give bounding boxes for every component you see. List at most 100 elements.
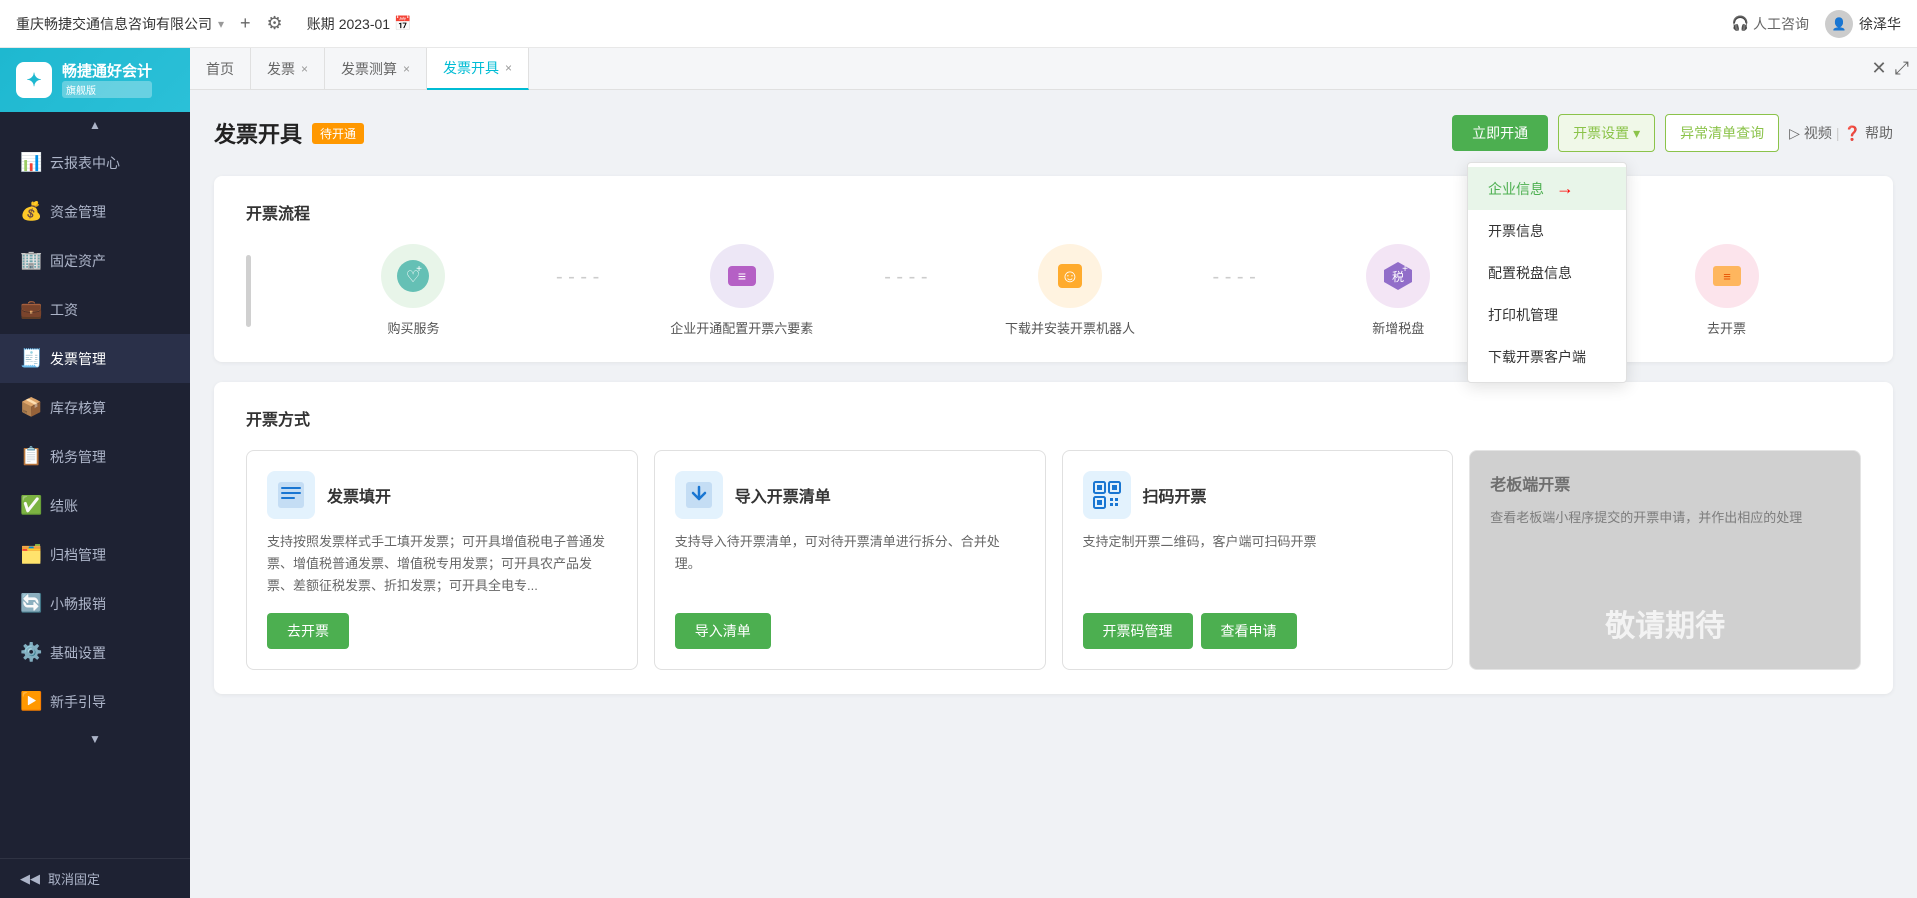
period-label: 账期 xyxy=(307,14,335,34)
boss-title: 老板端开票 xyxy=(1490,471,1570,495)
sidebar-item-label: 云报表中心 xyxy=(50,153,120,173)
tab-close-cesuan[interactable]: × xyxy=(403,62,410,76)
printer-label: 打印机管理 xyxy=(1488,305,1558,325)
billing-card-scan: 扫码开票 支持定制开票二维码，客户端可扫码开票 开票码管理 查看申请 xyxy=(1062,450,1454,670)
sidebar-cancel-pin[interactable]: ◀◀ 取消固定 xyxy=(0,858,190,898)
sidebar-item-label: 归档管理 xyxy=(50,545,106,565)
sidebar-item-jiezhang[interactable]: ✅ 结账 xyxy=(0,481,190,530)
scroll-up-button[interactable]: ▲ xyxy=(0,112,190,138)
billing-section: 开票方式 发票填开 支持按照发票样式手工填开发票；可开具增值税电子普通发票、增值… xyxy=(214,382,1893,694)
tab-fapiaokaiiu[interactable]: 发票开具 × xyxy=(427,48,529,90)
red-arrow-icon: → xyxy=(1556,178,1574,199)
billing-section-title: 开票方式 xyxy=(246,406,1861,430)
tab-home[interactable]: 首页 xyxy=(190,48,251,90)
sidebar-item-gongzi[interactable]: 💼 工资 xyxy=(0,285,190,334)
sidebar-item-kucun[interactable]: 📦 库存核算 xyxy=(0,383,190,432)
play-icon: ▶️ xyxy=(20,691,40,712)
sidebar-item-xiaochang[interactable]: 🔄 小畅报销 xyxy=(0,579,190,628)
qrcode-manage-button[interactable]: 开票码管理 xyxy=(1083,613,1193,649)
step3-label: 下载并安装开票机器人 xyxy=(1005,320,1135,338)
tab-close-fapiao[interactable]: × xyxy=(301,62,308,76)
dropdown-item-company-info[interactable]: 企业信息 → xyxy=(1468,167,1626,210)
user-info[interactable]: 👤 徐泽华 xyxy=(1825,10,1901,38)
settings-icon[interactable]: ⚙ xyxy=(267,13,283,34)
download-client-label: 下载开票客户端 xyxy=(1488,347,1586,367)
headset-icon: 🎧 xyxy=(1732,15,1749,32)
box-icon: 📦 xyxy=(20,397,40,418)
billing-cards: 发票填开 支持按照发票样式手工填开发票；可开具增值税电子普通发票、增值税普通发票… xyxy=(246,450,1861,670)
exception-button[interactable]: 异常清单查询 xyxy=(1665,114,1779,152)
help-label[interactable]: 帮助 xyxy=(1865,123,1893,143)
sidebar-item-label: 新手引导 xyxy=(50,692,106,712)
tabs-right-area: ✕ ⤢ xyxy=(1872,58,1917,79)
tab-label: 首页 xyxy=(206,59,234,79)
tab-fapiaocesuan[interactable]: 发票测算 × xyxy=(325,48,427,90)
step1-label: 购买服务 xyxy=(387,320,439,338)
fill-icon xyxy=(267,471,315,519)
top-bar: 重庆畅捷交通信息咨询有限公司 ▾ + ⚙ 账期 2023-01 📅 🎧 人工咨询… xyxy=(0,0,1917,48)
tab-close-kaiiu[interactable]: × xyxy=(505,61,512,75)
play-circle-icon: ▷ xyxy=(1789,125,1800,142)
billing-card-fill: 发票填开 支持按照发票样式手工填开发票；可开具增值税电子普通发票、增值税普通发票… xyxy=(246,450,638,670)
import-list-button[interactable]: 导入清单 xyxy=(675,613,771,649)
step2-label: 企业开通配置开票六要素 xyxy=(670,320,813,338)
sidebar-item-guidang[interactable]: 🗂️ 归档管理 xyxy=(0,530,190,579)
billing-card-import: 导入开票清单 支持导入待开票清单，可对待开票清单进行拆分、合并处理。 导入清单 xyxy=(654,450,1046,670)
top-bar-right: 🎧 人工咨询 👤 徐泽华 xyxy=(1732,10,1901,38)
tab-label: 发票开具 xyxy=(443,58,499,78)
fill-title: 发票填开 xyxy=(327,483,391,507)
sidebar-item-xinshou[interactable]: ▶️ 新手引导 xyxy=(0,677,190,726)
company-selector[interactable]: 重庆畅捷交通信息咨询有限公司 ▾ xyxy=(16,14,224,34)
pin-icon: ◀◀ xyxy=(20,871,40,887)
sidebar-item-yunbao[interactable]: 📊 云报表中心 xyxy=(0,138,190,187)
billing-card-scan-header: 扫码开票 xyxy=(1083,471,1433,519)
add-icon[interactable]: + xyxy=(240,13,251,34)
ticket-info-label: 开票信息 xyxy=(1488,221,1544,241)
invoice-icon: 🧾 xyxy=(20,348,40,369)
billing-card-boss: 老板端开票 查看老板端小程序提交的开票申请，并作出相应的处理 敬请期待 xyxy=(1469,450,1861,670)
page-content-wrapper: 发票开具 待开通 立即开通 开票设置 ▾ 异常清单查询 ▷ 视频 | ❓ 帮助 xyxy=(190,90,1917,898)
process-section: 开票流程 ♡+ 购买服务 - - - - xyxy=(214,176,1893,362)
logo-badge: 旗舰版 xyxy=(62,81,152,98)
service-button[interactable]: 🎧 人工咨询 xyxy=(1732,14,1809,34)
settings-dropdown-button[interactable]: 开票设置 ▾ xyxy=(1558,114,1655,152)
scan-btn-area: 开票码管理 查看申请 xyxy=(1083,613,1433,649)
sidebar-item-zijin[interactable]: 💰 资金管理 xyxy=(0,187,190,236)
close-tab-button[interactable]: ✕ xyxy=(1872,58,1887,79)
sidebar-item-label: 库存核算 xyxy=(50,398,106,418)
svg-text:+: + xyxy=(1402,264,1408,275)
archive-icon: 🗂️ xyxy=(20,544,40,565)
dropdown-item-printer[interactable]: 打印机管理 xyxy=(1468,294,1626,336)
view-apply-button[interactable]: 查看申请 xyxy=(1201,613,1297,649)
sidebar: ✦ 畅捷通好会计 旗舰版 ▲ 📊 云报表中心 💰 资金管理 🏢 固定资产 💼 工… xyxy=(0,48,190,898)
scroll-down-button[interactable]: ▼ xyxy=(0,726,190,752)
calendar-icon[interactable]: 📅 xyxy=(394,15,411,32)
dropdown-item-tax-disk[interactable]: 配置税盘信息 xyxy=(1468,252,1626,294)
sidebar-item-gudingzichan[interactable]: 🏢 固定资产 xyxy=(0,236,190,285)
wage-icon: 💼 xyxy=(20,299,40,320)
sidebar-item-jichu[interactable]: ⚙️ 基础设置 xyxy=(0,628,190,677)
sidebar-item-label: 固定资产 xyxy=(50,251,106,271)
sidebar-item-fapiao[interactable]: 🧾 发票管理 xyxy=(0,334,190,383)
tab-label: 发票 xyxy=(267,59,295,79)
svg-text:≡: ≡ xyxy=(738,268,746,284)
sidebar-item-label: 税务管理 xyxy=(50,447,106,467)
sidebar-item-shuiwu[interactable]: 📋 税务管理 xyxy=(0,432,190,481)
go-invoice-button[interactable]: 去开票 xyxy=(267,613,349,649)
scan-title: 扫码开票 xyxy=(1143,483,1207,507)
activate-button[interactable]: 立即开通 xyxy=(1452,115,1548,151)
dropdown-item-download-client[interactable]: 下载开票客户端 xyxy=(1468,336,1626,378)
chevron-down-icon: ▾ xyxy=(218,17,224,31)
company-info-label: 企业信息 xyxy=(1488,179,1544,199)
billing-card-fill-header: 发票填开 xyxy=(267,471,617,519)
page-title: 发票开具 xyxy=(214,117,302,149)
dropdown-item-ticket-info[interactable]: 开票信息 xyxy=(1468,210,1626,252)
arrow-2: - - - - xyxy=(876,266,935,289)
video-label[interactable]: 视频 xyxy=(1804,123,1832,143)
sidebar-item-label: 发票管理 xyxy=(50,349,106,369)
chart-icon: 📊 xyxy=(20,152,40,173)
logo-text-area: 畅捷通好会计 旗舰版 xyxy=(62,63,152,98)
expense-icon: 🔄 xyxy=(20,593,40,614)
maximize-button[interactable]: ⤢ xyxy=(1895,58,1909,79)
tab-fapiao[interactable]: 发票 × xyxy=(251,48,325,90)
